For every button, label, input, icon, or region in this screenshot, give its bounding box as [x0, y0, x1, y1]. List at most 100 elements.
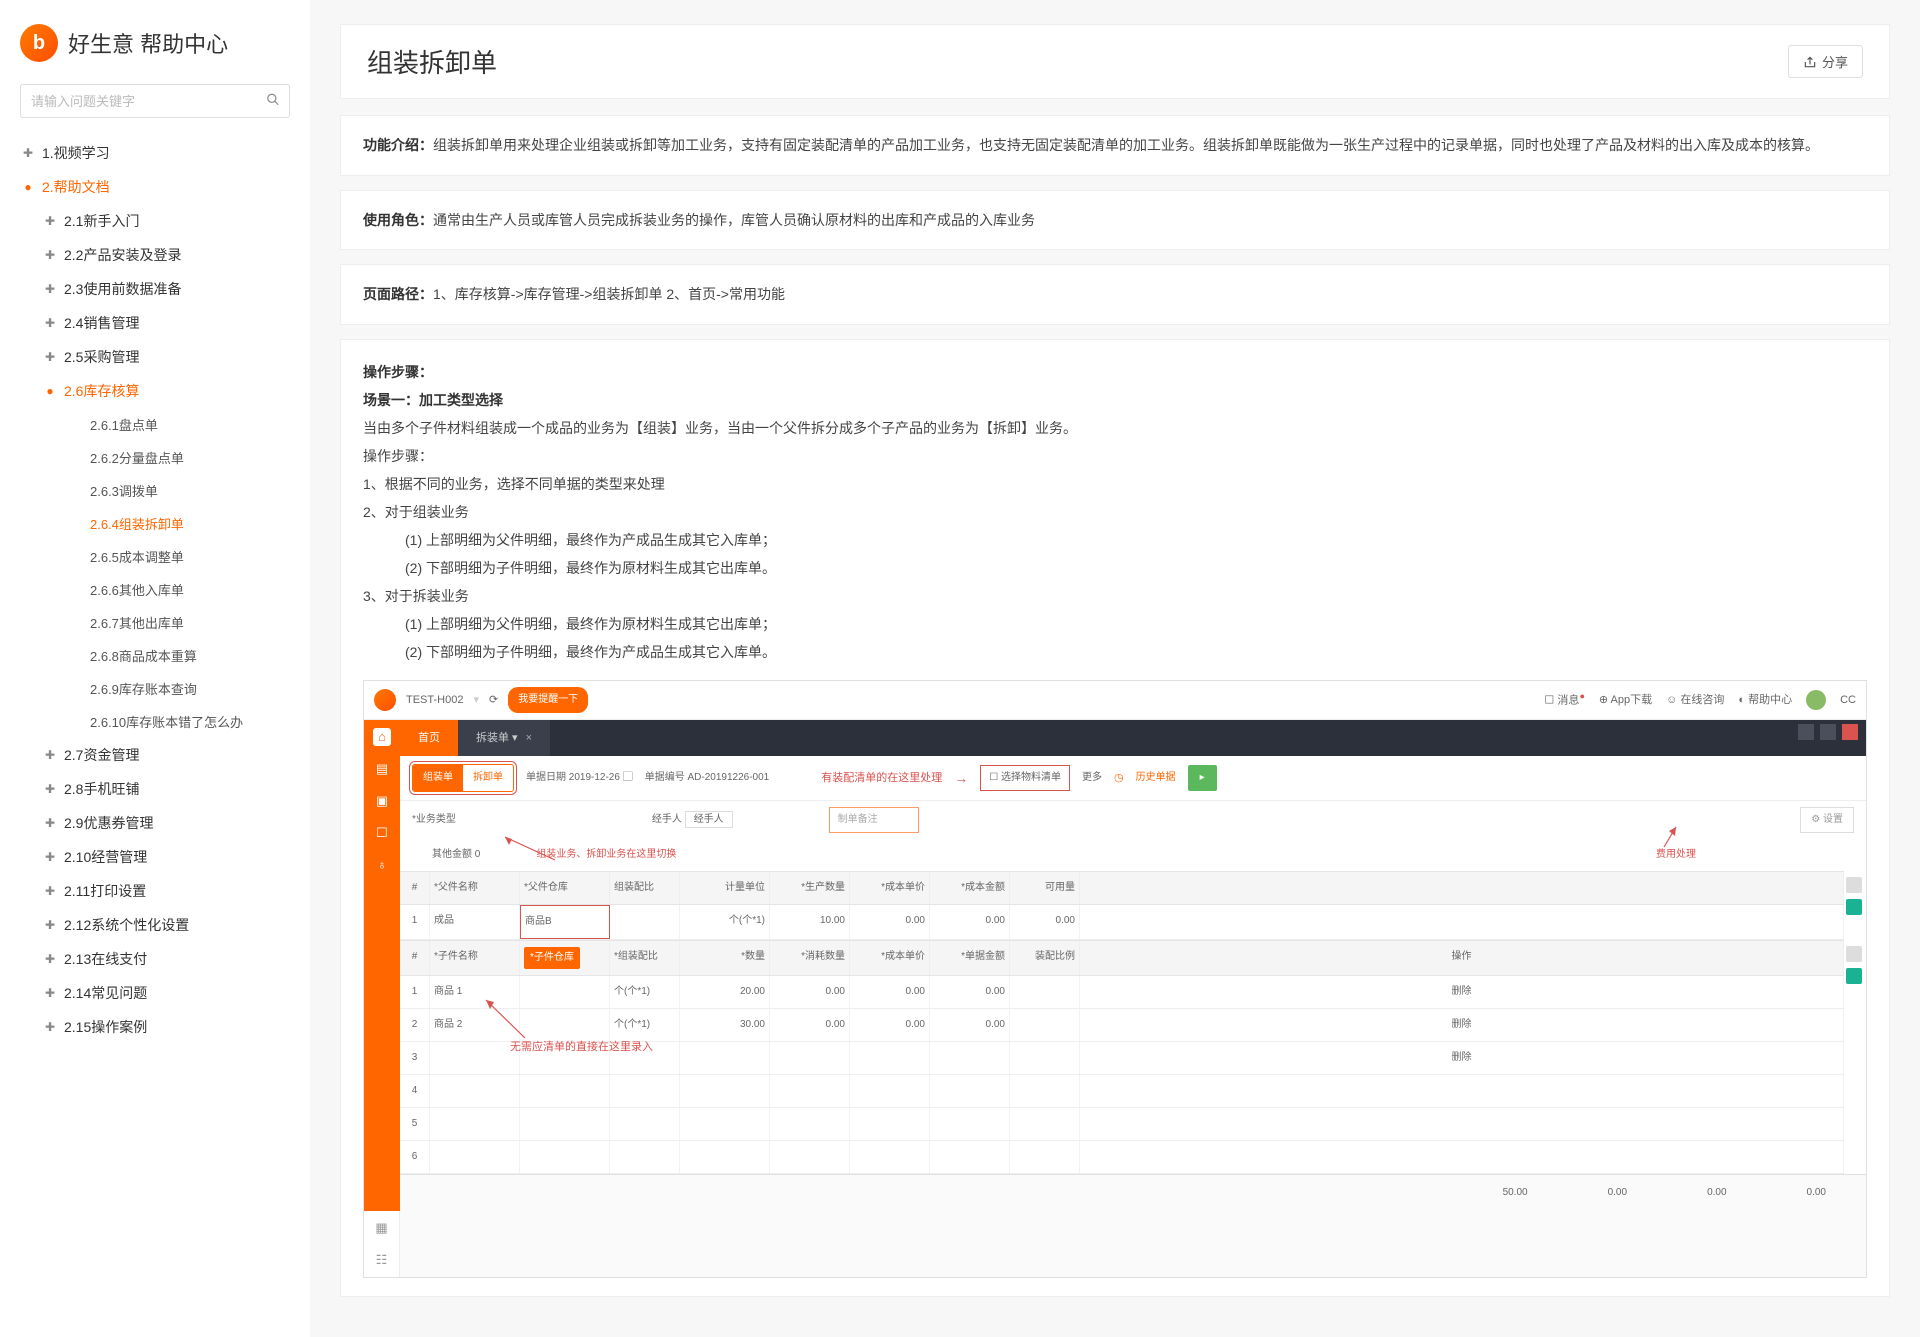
- nav-label: 2.14常见问题: [64, 983, 147, 1003]
- nav-leaf-262[interactable]: 2.6.2分量盘点单: [90, 441, 290, 474]
- nav-item-23[interactable]: ✚2.3使用前数据准备: [42, 272, 290, 306]
- nav-leaf-261[interactable]: 2.6.1盘点单: [90, 408, 290, 441]
- share-label: 分享: [1822, 52, 1848, 71]
- col-cost-price: *成本单价: [850, 941, 930, 975]
- total-qty: 50.00: [1503, 1183, 1528, 1203]
- step-1: 1、根据不同的业务，选择不同单据的类型来处理: [363, 470, 1867, 498]
- page-title: 组装拆卸单: [367, 43, 497, 80]
- ss-msg: 消息: [1557, 695, 1579, 707]
- expand-icon: [1846, 899, 1862, 915]
- nav-item-21[interactable]: ✚2.1新手入门: [42, 204, 290, 238]
- nav-item-27[interactable]: ✚ 2.7资金管理: [42, 738, 290, 772]
- nav-item-22[interactable]: ✚2.2产品安装及登录: [42, 238, 290, 272]
- ss-grid1-row: 1 成品 商品B 个(个*1) 10.00 0.00 0.00 0.00: [400, 905, 1844, 940]
- ss-tab-active: 拆装单 ▾×: [458, 720, 550, 756]
- cell-prod-qty: 10.00: [770, 905, 850, 939]
- home-icon: ⌂: [373, 728, 391, 746]
- doc-icon: ▤: [373, 760, 391, 778]
- nav-item-215[interactable]: ✚2.15操作案例: [42, 1010, 290, 1044]
- share-button[interactable]: 分享: [1788, 45, 1863, 78]
- col-ratio: *组装配比: [610, 941, 680, 975]
- nav-item-210[interactable]: ✚2.10经营管理: [42, 840, 290, 874]
- arrow-icon: [500, 835, 560, 865]
- cart-icon: ▣: [373, 792, 391, 810]
- col-idx: #: [400, 872, 430, 904]
- ss-grid2-row: 6: [400, 1141, 1844, 1174]
- refresh-icon: ⟳: [489, 689, 498, 711]
- col-child-name: *子件名称: [430, 941, 520, 975]
- nav-leaf-263[interactable]: 2.6.3调拨单: [90, 474, 290, 507]
- nav-leaf-2610[interactable]: 2.6.10库存账本错了怎么办: [90, 705, 290, 738]
- ss-radio-disassemble: 拆卸单: [463, 765, 513, 791]
- nav-item-213[interactable]: ✚2.13在线支付: [42, 942, 290, 976]
- col-child-wh: *子件仓库: [524, 947, 580, 969]
- nav-item-212[interactable]: ✚2.12系统个性化设置: [42, 908, 290, 942]
- ss-annot-bom: 有装配清单的在这里处理: [821, 767, 942, 789]
- role-panel: 使用角色：通常由生产人员或库管人员完成拆装业务的操作，库管人员确认原材料的出库和…: [340, 190, 1890, 251]
- intro-label: 功能介绍：: [363, 137, 433, 153]
- cell-consume: 0.00: [770, 976, 850, 1008]
- nav-label: 2.9优惠券管理: [64, 813, 153, 833]
- nav-label: 2.10经营管理: [64, 847, 147, 867]
- plus-icon: ✚: [42, 884, 58, 898]
- col-consume: *消耗数量: [770, 941, 850, 975]
- ss-side-icons: [1844, 871, 1866, 940]
- page-header: 组装拆卸单 分享: [340, 24, 1890, 99]
- path-label: 页面路径：: [363, 286, 433, 302]
- nav-label: 2.6库存核算: [64, 381, 139, 401]
- cell-del: 删除: [1080, 976, 1844, 1008]
- ss-tab-actions: [1790, 720, 1866, 756]
- nav-item-214[interactable]: ✚2.14常见问题: [42, 976, 290, 1010]
- step-3b: (2) 下部明细为子件明细，最终作为产成品生成其它入库单。: [363, 638, 1867, 666]
- col-parent-name: *父件名称: [430, 872, 520, 904]
- ss-date-lbl: 单据日期: [526, 772, 566, 783]
- gear-icon: [1846, 946, 1862, 962]
- total-price: 0.00: [1707, 1183, 1726, 1203]
- box-icon: ☐: [373, 824, 391, 842]
- minus-icon: ●: [20, 180, 36, 194]
- nav-item-29[interactable]: ✚ 2.9优惠券管理: [42, 806, 290, 840]
- nav-item-28[interactable]: ✚2.8手机旺铺: [42, 772, 290, 806]
- ss-row-amount: 其他金额 0 组装业务、拆卸业务在这里切换 费用处理: [400, 839, 1866, 871]
- clock-icon: ◷: [1114, 767, 1124, 789]
- ss-remark-input: 制单备注: [829, 807, 919, 833]
- nav-item-211[interactable]: ✚2.11打印设置: [42, 874, 290, 908]
- role-text: 通常由生产人员或库管人员完成拆装业务的操作，库管人员确认原材料的出库和产成品的入…: [433, 212, 1035, 228]
- ss-logo-icon: [374, 689, 396, 711]
- col-ratio2: 装配比例: [1010, 941, 1080, 975]
- plus-icon: ✚: [42, 214, 58, 228]
- step-2a: (1) 上部明细为父件明细，最终作为产成品生成其它入库单；: [363, 526, 1867, 554]
- cell-child-name: 商品 2: [430, 1009, 520, 1041]
- ss-code: AD-20191226-001: [688, 772, 770, 783]
- nav-leaf-264[interactable]: 2.6.4组装拆卸单: [90, 507, 290, 540]
- col-ops: 操作: [1080, 941, 1844, 975]
- plus-icon: ✚: [42, 282, 58, 296]
- nav-leaf-269[interactable]: 2.6.9库存账本查询: [90, 672, 290, 705]
- search-input[interactable]: [20, 84, 290, 118]
- ss-tabs: 首页 拆装单 ▾×: [400, 720, 1866, 756]
- cell-price: 0.00: [850, 976, 930, 1008]
- arrow-icon: [1646, 825, 1686, 849]
- close-icon: ×: [526, 732, 532, 744]
- intro-text: 组装拆卸单用来处理企业组装或拆卸等加工业务，支持有固定装配清单的产品加工业务，也…: [433, 137, 1819, 153]
- nav-leaf-267[interactable]: 2.6.7其他出库单: [90, 606, 290, 639]
- ss-biz-lbl: *业务类型: [412, 814, 456, 825]
- col-prod-qty: *生产数量: [770, 872, 850, 904]
- nav-leaf-265[interactable]: 2.6.5成本调整单: [90, 540, 290, 573]
- ss-code-lbl: 单据编号: [645, 772, 685, 783]
- col-uom: 计量单位: [680, 872, 770, 904]
- search-icon[interactable]: [266, 93, 280, 110]
- nav-item-26[interactable]: ●2.6库存核算: [42, 374, 290, 408]
- nav-label: 2.7资金管理: [64, 745, 139, 765]
- nav-leaf-268[interactable]: 2.6.8商品成本重算: [90, 639, 290, 672]
- col-doc-amt: *单据金额: [930, 941, 1010, 975]
- nav-item-video[interactable]: ✚1.视频学习: [20, 136, 290, 170]
- nav-item-24[interactable]: ✚2.4销售管理: [42, 306, 290, 340]
- col-idx: #: [400, 941, 430, 975]
- plus-icon: ✚: [42, 816, 58, 830]
- ss-main: 首页 拆装单 ▾× 组装单 拆卸单 单据日期 2019-12-26 ▢ 单据编号…: [400, 720, 1866, 1211]
- nav-item-25[interactable]: ✚2.5采购管理: [42, 340, 290, 374]
- nav-leaf-266[interactable]: 2.6.6其他入库单: [90, 573, 290, 606]
- nav-item-docs[interactable]: ●2.帮助文档: [20, 170, 290, 204]
- plus-icon: ✚: [42, 748, 58, 762]
